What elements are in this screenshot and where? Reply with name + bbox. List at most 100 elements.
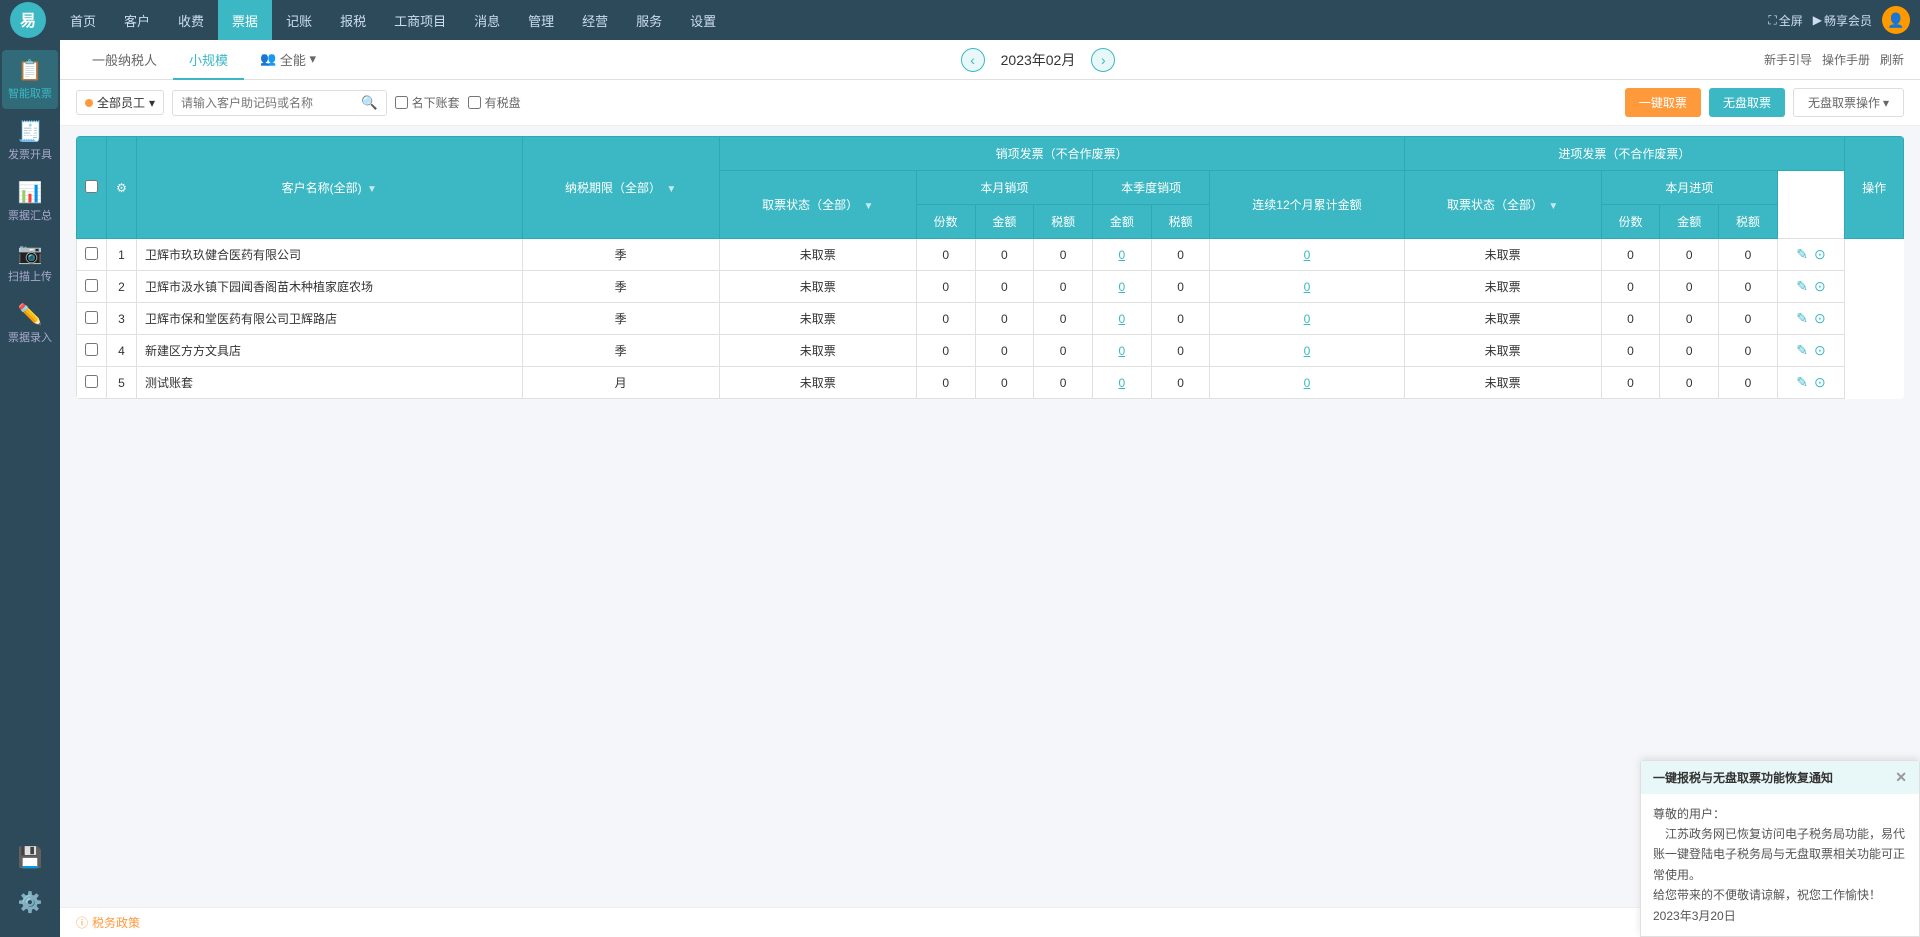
account-filter-label[interactable]: 名下账套 [395,94,460,111]
data-table: ⚙ 客户名称(全部) ▼ 纳税期限（全部） ▼ 销项发票（不合作废票） 进项发票… [76,136,1904,399]
th-sales-quarter: 本季度销项 [1092,171,1209,205]
customer-filter-icon[interactable]: ▼ [367,184,377,195]
row-sales-12month: 0 [1210,303,1404,335]
row-actions: ✎ ⊙ [1777,335,1844,367]
account-filter-checkbox[interactable] [395,96,408,109]
row-sales-month-amount: 0 [975,239,1034,271]
nav-settings[interactable]: 设置 [676,0,730,40]
sidebar-item-label-5: 票据录入 [8,329,52,345]
nav-fee[interactable]: 收费 [164,0,218,40]
row-sales-month-copies: 0 [916,239,975,271]
nav-operate[interactable]: 经营 [568,0,622,40]
row-check[interactable] [77,271,107,303]
edit-icon[interactable]: ✎ [1796,310,1808,327]
user-avatar[interactable]: 👤 [1882,6,1910,34]
fullscreen-icon: ⛶ [1768,13,1776,28]
sidebar-item-summary[interactable]: 📊 票据汇总 [2,172,58,231]
row-sales-quarter-tax: 0 [1151,239,1210,271]
nav-tax[interactable]: 报税 [326,0,380,40]
tax-policy-link[interactable]: 税务政策 [92,914,140,931]
row-purchase-month-tax: 0 [1719,239,1778,271]
app-logo: 易 [10,2,46,38]
nav-commerce[interactable]: 工商项目 [380,0,460,40]
view-icon[interactable]: ⊙ [1814,310,1826,327]
tab-small-scale[interactable]: 小规模 [173,40,244,80]
top-nav: 易 首页 客户 收费 票据 记账 报税 工商项目 消息 管理 经营 服务 设置 … [0,0,1920,40]
sidebar-item-smart-invoice[interactable]: 📋 智能取票 [2,50,58,109]
sales-cancel-filter-icon[interactable]: ▼ [863,201,873,212]
refresh-btn[interactable]: 刷新 [1880,51,1904,68]
smart-invoice-icon: 📋 [18,58,43,83]
nav-service[interactable]: 服务 [622,0,676,40]
edit-icon[interactable]: ✎ [1796,278,1808,295]
view-icon[interactable]: ⊙ [1814,374,1826,391]
tab-all-in-one[interactable]: 👥 全能 ▾ [244,40,332,80]
sidebar-item-entry[interactable]: ✏️ 票据录入 [2,294,58,353]
tax-period-filter-icon[interactable]: ▼ [666,184,676,195]
member-btn[interactable]: ▶ 畅享会员 [1813,12,1872,29]
sidebar-item-label-3: 票据汇总 [8,207,52,223]
edit-icon[interactable]: ✎ [1796,246,1808,263]
nav-manage[interactable]: 管理 [514,0,568,40]
row-tax-period: 季 [522,303,719,335]
table-row: 1 卫辉市玖玖健合医药有限公司 季 未取票 0 0 0 0 0 0 未取票 0 … [77,239,1904,271]
sidebar-item-issue-invoice[interactable]: 🧾 发票开具 [2,111,58,170]
table-row: 3 卫辉市保和堂医药有限公司卫辉路店 季 未取票 0 0 0 0 0 0 未取票… [77,303,1904,335]
nav-message[interactable]: 消息 [460,0,514,40]
row-sales-quarter-amount: 0 [1092,303,1151,335]
search-input[interactable] [173,92,353,114]
manual-btn[interactable]: 操作手册 [1822,51,1870,68]
tax-disk-filter-checkbox[interactable] [468,96,481,109]
nav-bookkeeping[interactable]: 记账 [272,0,326,40]
th-tax-period: 纳税期限（全部） ▼ [522,137,719,239]
row-sales-quarter-amount: 0 [1092,239,1151,271]
table-row: 4 新建区方方文具店 季 未取票 0 0 0 0 0 0 未取票 0 0 0 ✎… [77,335,1904,367]
row-check[interactable] [77,367,107,399]
nav-invoice[interactable]: 票据 [218,0,272,40]
no-disk-ops-btn[interactable]: 无盘取票操作 ▾ [1793,88,1904,117]
sidebar-item-scan[interactable]: 📷 扫描上传 [2,233,58,292]
sidebar-item-label-1: 智能取票 [8,85,52,101]
row-purchase-month-amount: 0 [1660,367,1719,399]
row-check[interactable] [77,239,107,271]
row-sales-month-tax: 0 [1034,367,1093,399]
notification-title: 一键报税与无盘取票功能恢复通知 [1653,769,1833,786]
row-sales-month-amount: 0 [975,303,1034,335]
no-disk-btn[interactable]: 无盘取票 [1709,88,1785,117]
search-button[interactable]: 🔍 [353,91,386,115]
th-sales-12month: 连续12个月累计金额 [1210,171,1404,239]
employee-filter[interactable]: 全部员工 ▾ [76,90,164,115]
edit-icon[interactable]: ✎ [1796,374,1808,391]
sidebar-item-label-2: 发票开具 [8,146,52,162]
dropdown-icon: ▾ [149,96,155,110]
row-check[interactable] [77,303,107,335]
row-num: 5 [107,367,137,399]
view-icon[interactable]: ⊙ [1814,246,1826,263]
sidebar-item-help[interactable]: ⚙️ [2,882,58,925]
row-num: 4 [107,335,137,367]
fullscreen-btn[interactable]: ⛶ 全屏 [1768,12,1802,29]
nav-customer[interactable]: 客户 [110,0,164,40]
tax-disk-filter-label[interactable]: 有税盘 [468,94,521,111]
select-all-checkbox[interactable] [85,180,98,193]
new-guide-btn[interactable]: 新手引导 [1764,51,1812,68]
row-purchase-cancel: 未取票 [1404,335,1601,367]
toolbar-actions: 一键取票 无盘取票 无盘取票操作 ▾ [1625,88,1904,117]
prev-month-btn[interactable]: ‹ [961,48,985,72]
current-date: 2023年02月 [993,50,1084,70]
notification-close-btn[interactable]: ✕ [1895,769,1907,786]
edit-icon[interactable]: ✎ [1796,342,1808,359]
nav-home[interactable]: 首页 [56,0,110,40]
row-num: 1 [107,239,137,271]
one-click-btn[interactable]: 一键取票 [1625,88,1701,117]
view-icon[interactable]: ⊙ [1814,342,1826,359]
row-sales-month-amount: 0 [975,367,1034,399]
purchase-cancel-filter-icon[interactable]: ▼ [1548,201,1558,212]
sidebar-item-download[interactable]: 💾 [2,837,58,880]
view-icon[interactable]: ⊙ [1814,278,1826,295]
next-month-btn[interactable]: › [1091,48,1115,72]
tab-general-taxpayer[interactable]: 一般纳税人 [76,40,173,80]
row-check[interactable] [77,335,107,367]
row-customer: 新建区方方文具店 [137,335,523,367]
row-customer: 卫辉市保和堂医药有限公司卫辉路店 [137,303,523,335]
